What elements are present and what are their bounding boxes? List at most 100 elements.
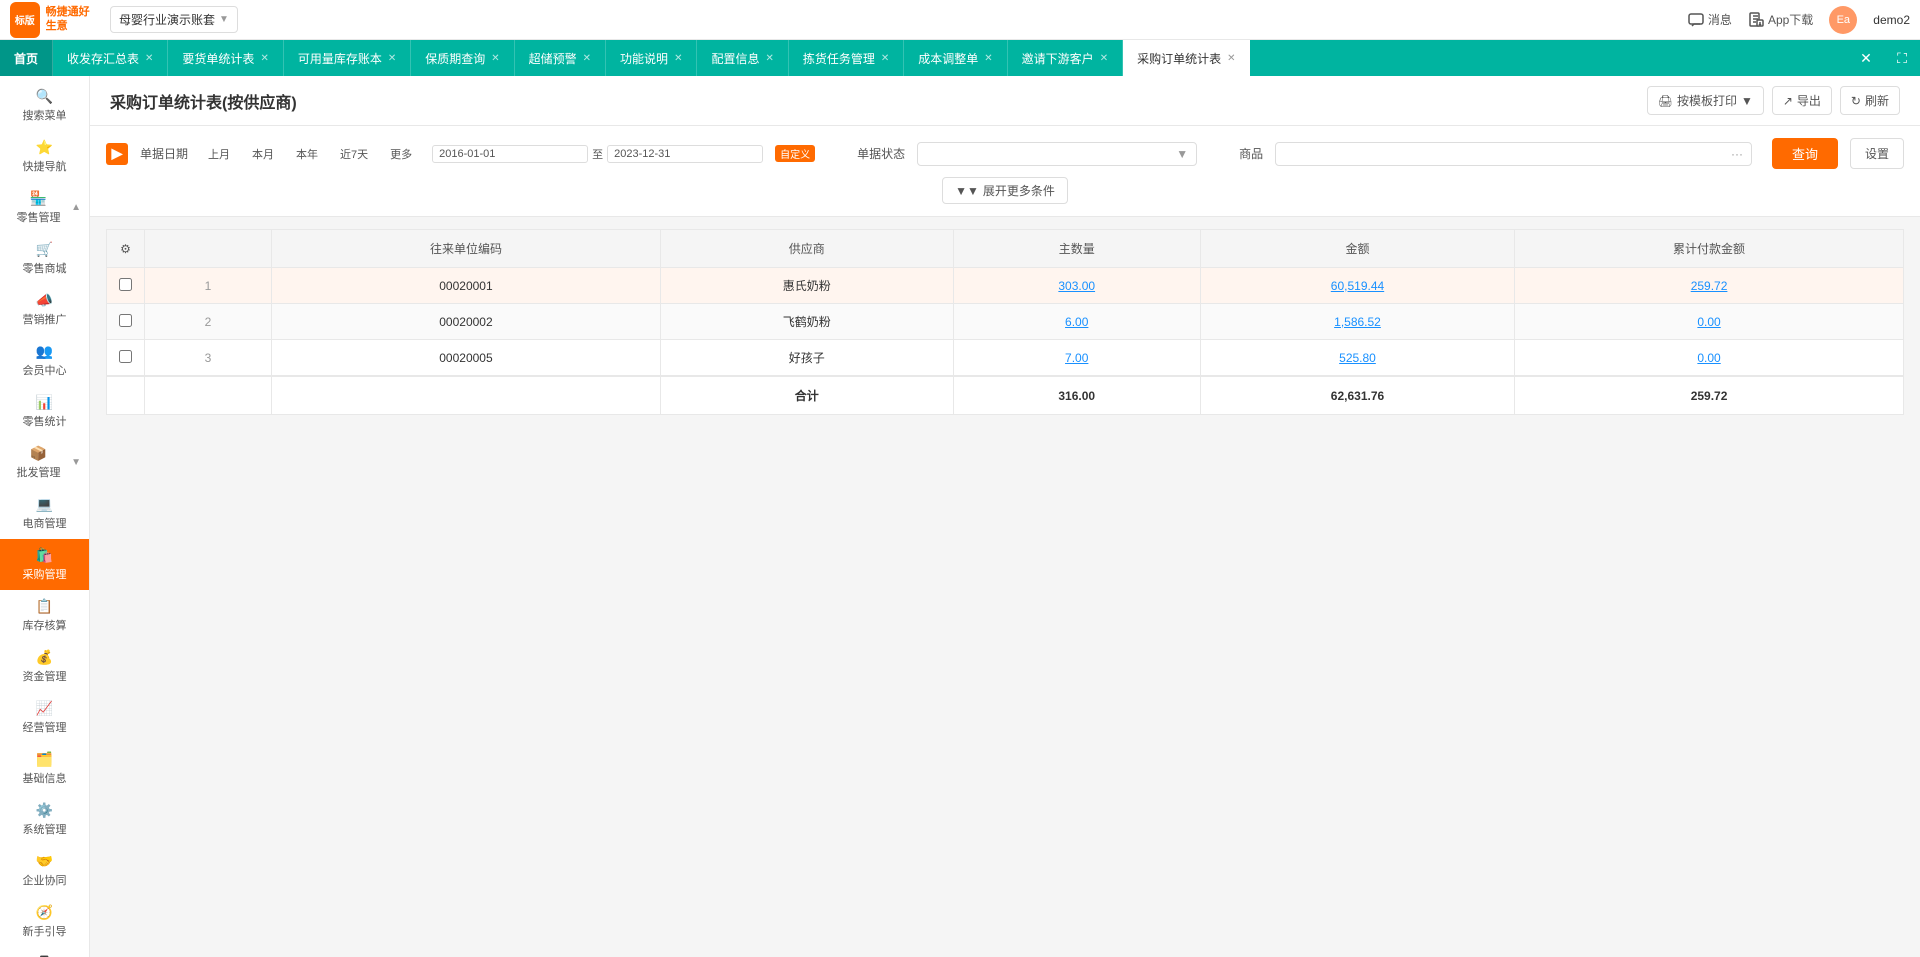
tab-cost-adjust[interactable]: 成本调整单 ✕ [904,40,1007,76]
sidebar-item-retail-stats[interactable]: 📊 零售统计 [0,386,89,437]
sidebar-item-wholesale-mgmt[interactable]: 📦 批发管理 ▼ [0,437,89,488]
sidebar-item-retail-mall[interactable]: 🛒 零售商城 [0,233,89,284]
row-checkbox[interactable] [107,304,145,340]
refresh-icon: ↻ [1851,94,1861,108]
supplier-name: 飞鹤奶粉 [660,304,953,340]
col-amount: 金额 [1200,230,1514,268]
date-btn-this-month[interactable]: 本月 [244,144,282,164]
status-label: 单据状态 [857,145,905,162]
refresh-button[interactable]: ↻ 刷新 [1840,86,1900,115]
table-row: 2 00020002 飞鹤奶粉 6.00 1,586.52 0.00 [107,304,1904,340]
close-tab-config-info[interactable]: ✕ [765,53,773,64]
main-qty[interactable]: 6.00 [953,304,1200,340]
date-btn-this-year[interactable]: 本年 [288,144,326,164]
workspace-selector[interactable]: 母婴行业演示账套 ▼ [110,6,238,33]
close-all-tabs-button[interactable]: ✕ [1848,40,1884,76]
goods-input[interactable]: ··· [1275,142,1752,166]
sidebar-item-search[interactable]: 🔍 搜索菜单 [0,80,89,131]
maximize-button[interactable]: ⛶ [1884,40,1920,76]
amount[interactable]: 60,519.44 [1200,268,1514,304]
template-print-button[interactable]: 🖨 按模板打印 ▼ [1647,86,1764,115]
col-supplier-code: 往来单位编码 [272,230,661,268]
main-qty[interactable]: 7.00 [953,340,1200,377]
sidebar-item-purchase-mgmt[interactable]: 🛍️ 采购管理 [0,539,89,590]
sidebar-item-sys-mgmt[interactable]: ⚙️ 系统管理 [0,794,89,845]
close-tab-purchase-summary[interactable]: ✕ [1227,53,1235,64]
date-btn-last-month[interactable]: 上月 [200,144,238,164]
col-paid-amount: 累计付款金额 [1515,230,1904,268]
sidebar-item-quick-nav[interactable]: ⭐ 快捷导航 [0,131,89,182]
basic-info-icon: 🗂️ [36,751,53,768]
row-checkbox[interactable] [107,268,145,304]
avatar[interactable]: Ea [1829,6,1857,34]
tab-inventory-account[interactable]: 可用量库存账本 ✕ [284,40,411,76]
sidebar-item-marketing[interactable]: 📣 营销推广 [0,284,89,335]
tab-overstock[interactable]: 超储预警 ✕ [515,40,606,76]
app-download-button[interactable]: App下载 [1748,11,1813,28]
sidebar-item-member-center[interactable]: 👥 会员中心 [0,335,89,386]
close-tab-order-summary[interactable]: ✕ [260,53,268,64]
data-table: ⚙ 往来单位编码 供应商 主数量 金额 累计付款金额 1 00020001 惠氏… [106,229,1904,415]
message-button[interactable]: 消息 [1688,11,1732,28]
marketing-icon: 📣 [36,292,53,309]
custom-tag: 自定义 [775,145,815,162]
date-btn-7days[interactable]: 近7天 [332,144,376,164]
export-icon: ↗ [1783,94,1793,108]
close-tab-receive-send[interactable]: ✕ [145,53,153,64]
tab-function-desc[interactable]: 功能说明 ✕ [606,40,697,76]
filter-toggle-button[interactable]: ▶ [106,143,128,165]
expand-more-button[interactable]: ▼▼ 展开更多条件 [942,177,1068,204]
footer-main-qty: 316.00 [953,376,1200,415]
tab-invite-downstream[interactable]: 邀请下游客户 ✕ [1008,40,1123,76]
date-to-input[interactable] [607,145,763,163]
close-tab-overstock[interactable]: ✕ [583,53,591,64]
wholesale-mgmt-arrow-icon: ▼ [71,457,81,468]
paid-amount[interactable]: 0.00 [1515,340,1904,377]
tab-home[interactable]: 首页 [0,40,53,76]
settings-button[interactable]: 设置 [1850,138,1904,169]
sidebar-item-ops-mgmt[interactable]: 📈 经营管理 [0,692,89,743]
close-tab-function-desc[interactable]: ✕ [674,53,682,64]
sidebar-item-new-guide[interactable]: 🧭 新手引导 [0,896,89,947]
sidebar-item-app-center[interactable]: 📱 应用中心 [0,947,89,957]
status-selector[interactable]: ▼ [917,142,1197,166]
paid-amount[interactable]: 0.00 [1515,304,1904,340]
query-button[interactable]: 查询 [1772,138,1838,169]
template-print-arrow-icon: ▼ [1741,94,1753,108]
row-num: 1 [145,268,272,304]
close-tab-cost-adjust[interactable]: ✕ [984,53,992,64]
tab-purchase-summary[interactable]: 采购订单统计表 ✕ [1123,40,1250,76]
sidebar-item-enterprise[interactable]: 🤝 企业协同 [0,845,89,896]
tab-order-summary[interactable]: 要货单统计表 ✕ [168,40,283,76]
close-tab-task-mgmt[interactable]: ✕ [881,53,889,64]
sidebar-item-retail-mgmt[interactable]: 🏪 零售管理 ▲ [0,182,89,233]
amount[interactable]: 1,586.52 [1200,304,1514,340]
col-settings[interactable]: ⚙ [107,230,145,268]
close-tab-expiry-query[interactable]: ✕ [491,53,499,64]
row-checkbox[interactable] [107,340,145,377]
date-from-input[interactable] [432,145,588,163]
inventory-icon: 📋 [36,598,53,615]
sidebar-item-basic-info[interactable]: 🗂️ 基础信息 [0,743,89,794]
paid-amount[interactable]: 259.72 [1515,268,1904,304]
tab-config-info[interactable]: 配置信息 ✕ [697,40,788,76]
supplier-name: 好孩子 [660,340,953,377]
search-icon: 🔍 [36,88,53,105]
retail-mgmt-icon: 🏪 [30,190,47,207]
col-supplier-name: 供应商 [660,230,953,268]
main-qty[interactable]: 303.00 [953,268,1200,304]
tab-receive-send[interactable]: 收发存汇总表 ✕ [53,40,168,76]
export-button[interactable]: ↗ 导出 [1772,86,1832,115]
filter-row-1: ▶ 单据日期 上月 本月 本年 近7天 更多 至 自定义 单据状态 [106,138,1904,169]
close-tab-invite-downstream[interactable]: ✕ [1100,53,1108,64]
sidebar-item-ecommerce[interactable]: 💻 电商管理 [0,488,89,539]
tab-task-mgmt[interactable]: 拣货任务管理 ✕ [789,40,904,76]
sidebar: 🔍 搜索菜单 ⭐ 快捷导航 🏪 零售管理 ▲ 🛒 零售商城 📣 营销推广 [0,76,90,957]
sys-mgmt-icon: ⚙️ [36,802,53,819]
amount[interactable]: 525.80 [1200,340,1514,377]
tab-expiry-query[interactable]: 保质期查询 ✕ [411,40,514,76]
sidebar-item-inventory[interactable]: 📋 库存核算 [0,590,89,641]
close-tab-inventory-account[interactable]: ✕ [388,53,396,64]
date-btn-more[interactable]: 更多 [382,144,420,164]
sidebar-item-finance[interactable]: 💰 资金管理 [0,641,89,692]
